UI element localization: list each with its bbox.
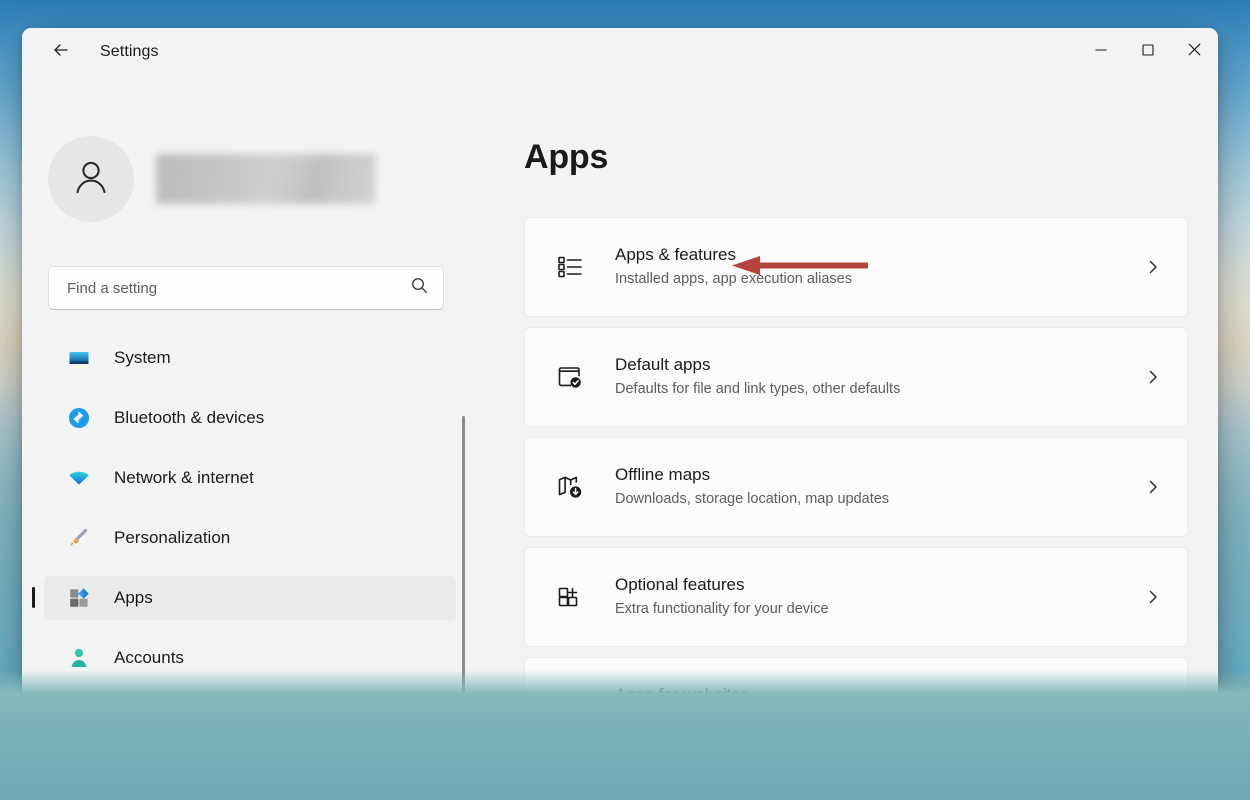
apps-blocks-icon <box>66 585 92 611</box>
chevron-right-icon <box>1143 699 1163 715</box>
window-body: System Bluetooth & devices <box>22 76 1218 768</box>
settings-card-apps-for-websites[interactable]: Apps for websites Websites that can open… <box>524 657 1188 757</box>
main-content: Apps Apps & features Installed apps, app… <box>462 76 1218 768</box>
sidebar-item-accounts[interactable]: Accounts <box>44 636 456 680</box>
settings-card-title: Apps for websites <box>615 685 750 705</box>
settings-card-text: Optional features Extra functionality fo… <box>615 574 1143 620</box>
sidebar-item-label: Time & language <box>114 708 242 727</box>
settings-card-offline-maps[interactable]: Offline maps Downloads, storage location… <box>524 437 1188 537</box>
account-name-redacted <box>156 154 376 204</box>
settings-card-partial[interactable] <box>524 767 1188 768</box>
minimize-icon <box>1094 43 1108 62</box>
grid-plus-icon <box>553 580 587 614</box>
settings-card-text: Offline maps Downloads, storage location… <box>615 464 1143 510</box>
sidebar-item-system[interactable]: System <box>44 336 456 380</box>
window-controls <box>1077 28 1218 76</box>
settings-card-title: Default apps <box>615 355 711 375</box>
settings-card-list: Apps & features Installed apps, app exec… <box>524 217 1188 768</box>
settings-card-subtitle: Defaults for file and link types, other … <box>615 381 901 398</box>
sidebar-item-label: Accounts <box>114 648 184 667</box>
maximize-icon <box>1141 43 1155 62</box>
page-title: Apps <box>524 138 609 176</box>
chevron-right-icon <box>1143 259 1163 275</box>
person-account-icon <box>66 645 92 671</box>
sidebar-item-time-language[interactable]: Time & language <box>44 696 456 740</box>
search-input[interactable] <box>67 279 410 297</box>
sidebar-item-label: Personalization <box>114 528 231 547</box>
clock-globe-icon <box>66 705 92 731</box>
settings-card-subtitle: Installed apps, app execution aliases <box>615 271 852 288</box>
wifi-icon <box>66 465 92 491</box>
settings-card-optional-features[interactable]: Optional features Extra functionality fo… <box>524 547 1188 647</box>
settings-card-text: Apps for websites Websites that can open… <box>615 684 1143 730</box>
map-download-icon <box>553 470 587 504</box>
sidebar-item-network-internet[interactable]: Network & internet <box>44 456 456 500</box>
minimize-button[interactable] <box>1077 28 1124 76</box>
desktop-wallpaper: Settings Find a setting System Bluetooth… <box>0 0 1250 800</box>
sidebar-item-label: System <box>114 348 171 367</box>
avatar <box>48 136 134 222</box>
window-titlebar: Settings <box>22 28 1218 76</box>
close-button[interactable] <box>1171 28 1218 76</box>
settings-card-subtitle: Websites that can open in an app instead… <box>615 711 965 728</box>
settings-card-subtitle: Downloads, storage location, map updates <box>615 491 890 508</box>
sidebar-item-bluetooth-devices[interactable]: Bluetooth & devices <box>44 396 456 440</box>
settings-card-default-apps[interactable]: Default apps Defaults for file and link … <box>524 327 1188 427</box>
external-link-stack-icon <box>553 690 587 724</box>
search-icon[interactable] <box>410 276 429 300</box>
sidebar-item-label: Network & internet <box>114 468 254 487</box>
search-box[interactable] <box>48 266 444 310</box>
sidebar-item-apps[interactable]: Apps <box>32 576 456 620</box>
person-avatar-icon <box>69 155 113 204</box>
settings-card-title: Optional features <box>615 575 745 595</box>
settings-card-apps-features[interactable]: Apps & features Installed apps, app exec… <box>524 217 1188 317</box>
settings-card-subtitle: Extra functionality for your device <box>615 601 829 618</box>
sidebar: System Bluetooth & devices <box>22 76 465 768</box>
settings-card-title: Offline maps <box>615 465 711 485</box>
back-button[interactable] <box>44 35 78 69</box>
paintbrush-icon <box>66 525 92 551</box>
sidebar-nav: System Bluetooth & devices Network & int… <box>32 336 456 768</box>
settings-window: Settings Find a setting System Bluetooth… <box>22 28 1218 768</box>
maximize-button[interactable] <box>1124 28 1171 76</box>
sidebar-item-label: Apps <box>114 588 153 607</box>
sidebar-item-label: Bluetooth & devices <box>114 408 265 427</box>
close-icon <box>1187 42 1202 62</box>
bluetooth-icon <box>66 405 92 431</box>
chevron-right-icon <box>1143 479 1163 495</box>
window-check-icon <box>553 360 587 394</box>
settings-card-text: Default apps Defaults for file and link … <box>615 354 1143 400</box>
sidebar-item-personalization[interactable]: Personalization <box>44 516 456 560</box>
monitor-icon <box>66 345 92 371</box>
chevron-right-icon <box>1143 589 1163 605</box>
back-arrow-icon <box>51 40 71 65</box>
settings-card-text: Apps & features Installed apps, app exec… <box>615 244 1143 290</box>
list-checkbox-icon <box>553 250 587 284</box>
settings-card-title: Apps & features <box>615 245 736 265</box>
window-title: Settings <box>100 43 159 60</box>
account-profile[interactable] <box>48 136 462 222</box>
chevron-right-icon <box>1143 369 1163 385</box>
